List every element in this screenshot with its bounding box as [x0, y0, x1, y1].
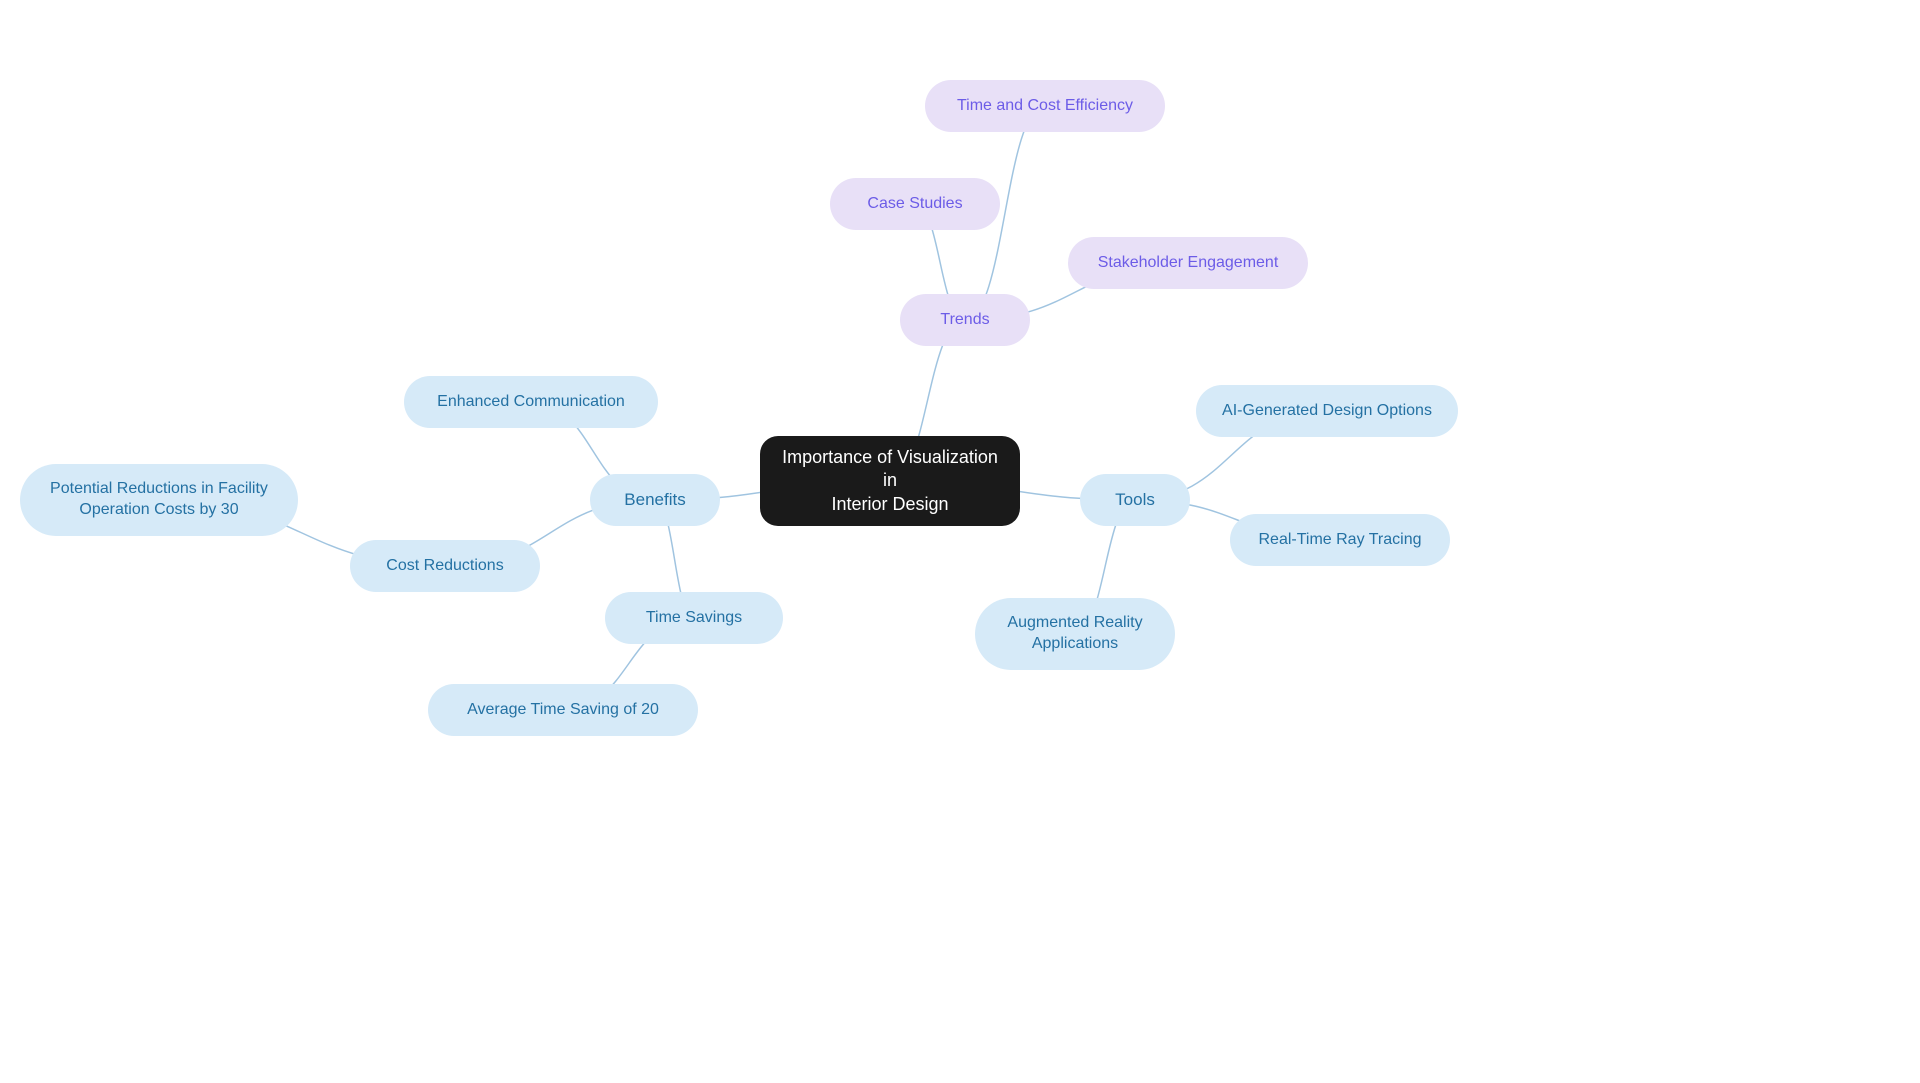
time-cost-node: Time and Cost Efficiency [925, 80, 1165, 132]
potential-reductions-node: Potential Reductions in FacilityOperatio… [20, 464, 298, 536]
enhanced-comm-node: Enhanced Communication [404, 376, 658, 428]
case-studies-node: Case Studies [830, 178, 1000, 230]
tools-node: Tools [1080, 474, 1190, 526]
ray-tracing-node: Real-Time Ray Tracing [1230, 514, 1450, 566]
time-savings-node: Time Savings [605, 592, 783, 644]
ai-generated-node: AI-Generated Design Options [1196, 385, 1458, 437]
ar-apps-node: Augmented RealityApplications [975, 598, 1175, 670]
trends-node: Trends [900, 294, 1030, 346]
benefits-node: Benefits [590, 474, 720, 526]
mindmap-connections [0, 0, 1920, 1083]
avg-time-saving-node: Average Time Saving of 20 [428, 684, 698, 736]
center-node: Importance of Visualization inInterior D… [760, 436, 1020, 526]
cost-reductions-node: Cost Reductions [350, 540, 540, 592]
stakeholder-node: Stakeholder Engagement [1068, 237, 1308, 289]
